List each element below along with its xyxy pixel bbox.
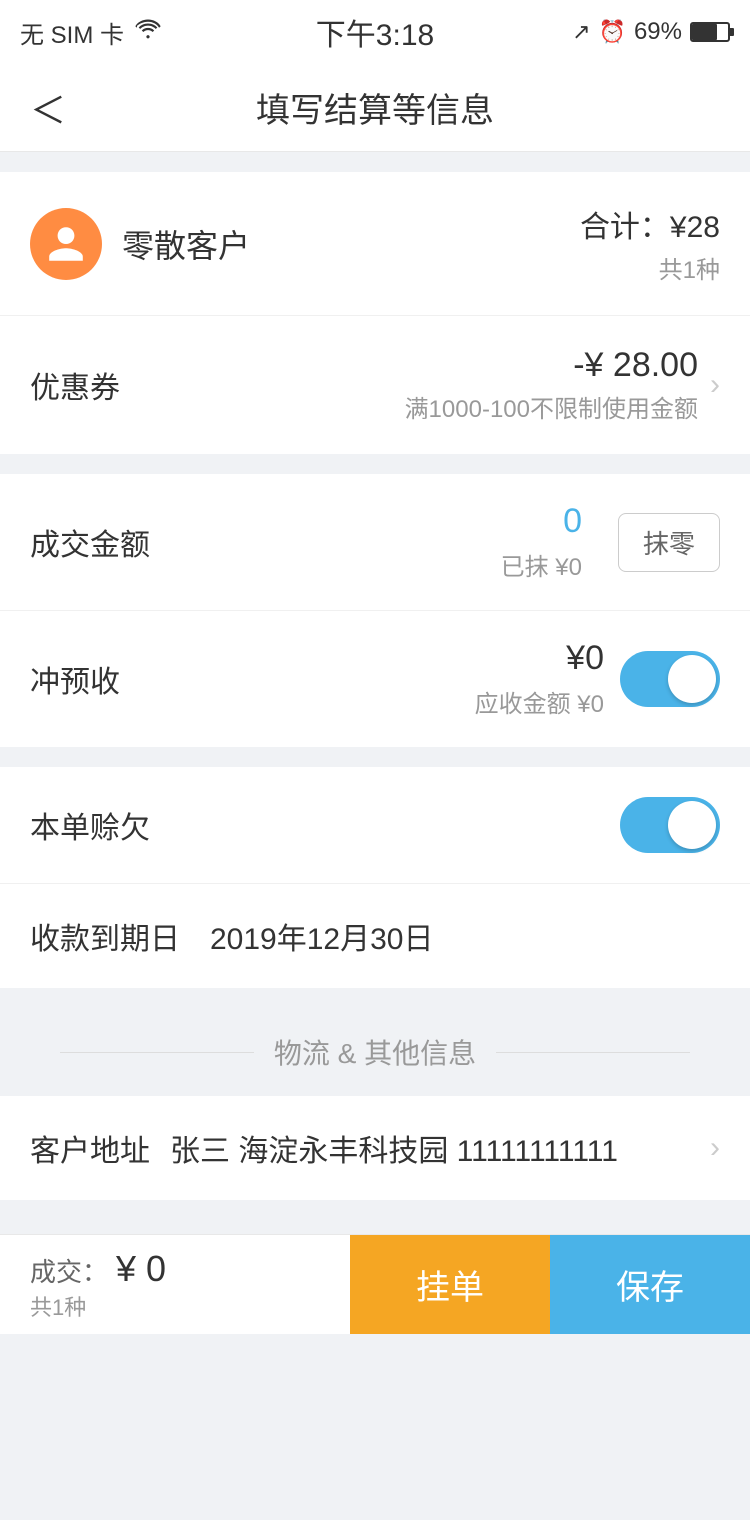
coupon-amount: -¥ 28.00 [405, 346, 698, 385]
customer-total: 合计：¥28 共1种 [580, 202, 720, 285]
back-button[interactable]: ＜ [20, 72, 76, 144]
duedate-value: 2019年12月30日 [210, 914, 433, 958]
prepayment-right: ¥0 应收金额 ¥0 [475, 639, 720, 719]
hang-button[interactable]: 挂单 [350, 1235, 550, 1334]
prepayment-value-area: ¥0 应收金额 ¥0 [475, 639, 604, 719]
prepayment-label: 冲预收 [30, 657, 150, 701]
status-bar: 无 SIM 卡 下午3:18 ↗ ⏰ 69% [0, 0, 750, 64]
battery-icon [690, 22, 730, 42]
prepayment-toggle[interactable] [620, 651, 720, 707]
prepayment-amount: ¥0 [566, 639, 604, 678]
avatar [30, 208, 102, 280]
battery-text: 69% [634, 18, 682, 46]
coupon-desc: 满1000-100不限制使用金额 [405, 389, 698, 424]
customer-left: 零散客户 [30, 208, 250, 280]
transaction-section: 成交金额 0 已抹 ¥0 抹零 冲预收 ¥0 应收金额 ¥0 [0, 474, 750, 747]
transaction-sub: 已抹 ¥0 [501, 547, 582, 582]
round-off-button[interactable]: 抹零 [618, 513, 720, 572]
address-chevron-icon: › [710, 1131, 720, 1165]
chevron-right-icon: › [710, 368, 720, 402]
wifi-icon [134, 18, 162, 46]
status-time: 下午3:18 [316, 10, 434, 54]
address-label: 客户地址 [30, 1126, 150, 1170]
logistics-header: 物流 & 其他信息 [0, 1008, 750, 1096]
owed-row: 本单赊欠 [0, 767, 750, 883]
bottom-bar: 成交： ¥ 0 共1种 挂单 保存 [0, 1234, 750, 1334]
bottom-summary: 成交： ¥ 0 共1种 [0, 1235, 350, 1334]
nav-bar: ＜ 填写结算等信息 [0, 64, 750, 152]
prepayment-sub: 应收金额 ¥0 [475, 684, 604, 719]
owed-toggle[interactable] [620, 797, 720, 853]
owed-section: 本单赊欠 收款到期日 2019年12月30日 [0, 767, 750, 988]
total-count: 共1种 [580, 250, 720, 285]
prepayment-row: 冲预收 ¥0 应收金额 ¥0 [0, 611, 750, 747]
coupon-label: 优惠券 [30, 363, 120, 407]
save-button[interactable]: 保存 [550, 1235, 750, 1334]
page-title: 填写结算等信息 [256, 83, 494, 132]
customer-section: 零散客户 合计：¥28 共1种 优惠券 -¥ 28.00 满1000-100不限… [0, 172, 750, 454]
summary-count: 共1种 [30, 1290, 320, 1322]
toggle-thumb [668, 655, 716, 703]
duedate-label: 收款到期日 [30, 914, 180, 958]
status-right: ↗ ⏰ 69% [572, 18, 730, 46]
transaction-right: 0 已抹 ¥0 抹零 [501, 502, 720, 582]
owed-label: 本单赊欠 [30, 803, 150, 847]
owed-toggle-thumb [668, 801, 716, 849]
summary-amount: ¥ 0 [116, 1248, 166, 1290]
transaction-label: 成交金额 [30, 520, 150, 564]
coupon-row[interactable]: 优惠券 -¥ 28.00 满1000-100不限制使用金额 › [0, 315, 750, 454]
transaction-value[interactable]: 0 [563, 502, 582, 541]
address-value: 张三 海淀永丰科技园 11111111111 [170, 1126, 700, 1170]
duedate-row: 收款到期日 2019年12月30日 [0, 883, 750, 988]
address-section: 客户地址 张三 海淀永丰科技园 11111111111 › [0, 1096, 750, 1200]
address-row[interactable]: 客户地址 张三 海淀永丰科技园 11111111111 › [0, 1096, 750, 1200]
bottom-spacer [0, 1400, 750, 1520]
coupon-right: -¥ 28.00 满1000-100不限制使用金额 › [405, 346, 720, 424]
summary-label: 成交： [30, 1252, 108, 1289]
alarm-icon: ⏰ [599, 19, 626, 45]
coupon-info: -¥ 28.00 满1000-100不限制使用金额 [405, 346, 698, 424]
total-amount: 合计：¥28 [580, 202, 720, 246]
carrier-text: 无 SIM 卡 [20, 15, 124, 50]
transaction-amount-row: 成交金额 0 已抹 ¥0 抹零 [0, 474, 750, 611]
status-left: 无 SIM 卡 [20, 15, 162, 50]
location-icon: ↗ [572, 19, 590, 45]
customer-name: 零散客户 [122, 221, 250, 267]
customer-row: 零散客户 合计：¥28 共1种 [0, 172, 750, 315]
logistics-header-text: 物流 & 其他信息 [254, 1032, 496, 1072]
transaction-value-area: 0 已抹 ¥0 [501, 502, 582, 582]
